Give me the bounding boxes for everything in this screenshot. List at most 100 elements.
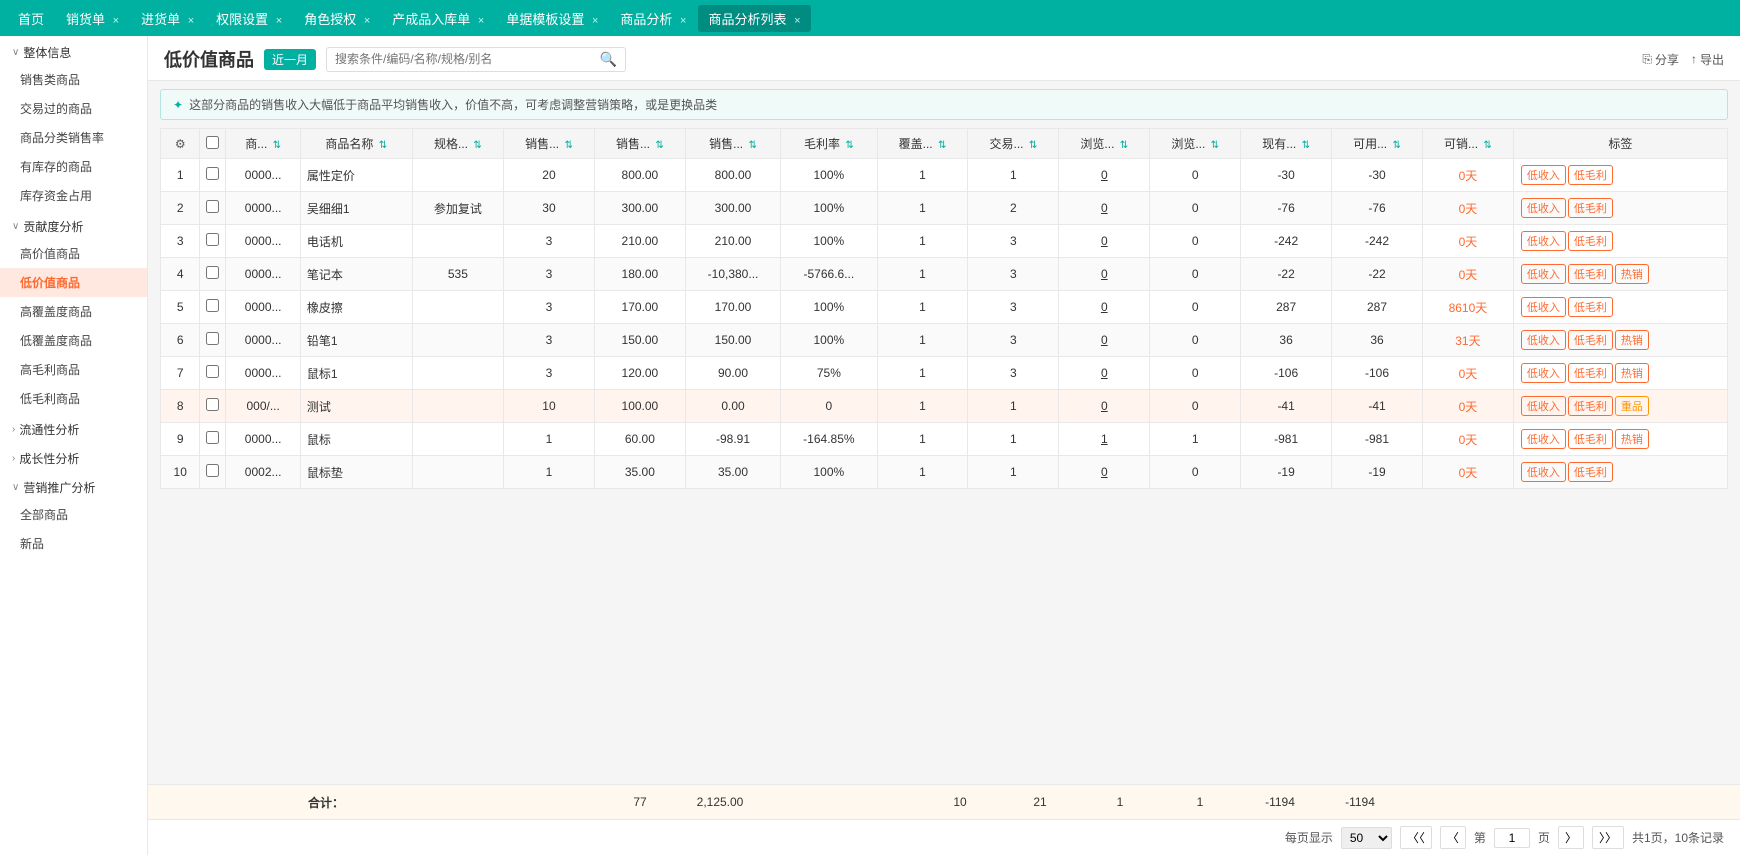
nav-roles-close[interactable]: × [364,15,370,27]
col-sale1[interactable]: 销售... ⇅ [594,129,685,159]
sort-name-icon: ⇅ [379,140,387,151]
row-checkbox[interactable] [206,167,219,180]
col-avail[interactable]: 可用... ⇅ [1332,129,1423,159]
nav-purchase-close[interactable]: × [188,15,194,27]
col-stock[interactable]: 现有... ⇅ [1241,129,1332,159]
gear-icon[interactable]: ⚙ [175,137,186,151]
sidebar-item-category-sales-rate[interactable]: 商品分类销售率 [0,123,147,152]
row-checkbox[interactable] [206,365,219,378]
col-qty[interactable]: 销售... ⇅ [504,129,595,159]
row-coverage: 1 [877,390,968,423]
sidebar-item-traded-goods[interactable]: 交易过的商品 [0,94,147,123]
row-browse1[interactable]: 1 [1059,423,1150,456]
row-browse1[interactable]: 0 [1059,390,1150,423]
browse-link[interactable]: 1 [1101,432,1108,446]
row-browse1[interactable]: 0 [1059,192,1150,225]
filter-tag-button[interactable]: 近一月 [264,49,316,70]
nav-sales-close[interactable]: × [113,15,119,27]
sidebar-item-high-coverage[interactable]: 高覆盖度商品 [0,297,147,326]
nav-goods-list[interactable]: 商品分析列表 × [698,5,810,32]
row-stock: -30 [1241,159,1332,192]
row-trade: 2 [968,192,1059,225]
col-spec[interactable]: 规格... ⇅ [412,129,503,159]
col-code[interactable]: 商... ⇅ [226,129,300,159]
row-browse1[interactable]: 0 [1059,357,1150,390]
nav-template[interactable]: 单据模板设置 × [496,5,608,32]
row-checkbox[interactable] [206,332,219,345]
row-checkbox[interactable] [206,464,219,477]
first-page-button[interactable]: 〈〈 [1400,826,1432,849]
col-browse1[interactable]: 浏览... ⇅ [1059,129,1150,159]
sidebar-item-low-value[interactable]: 低价值商品 [0,268,147,297]
row-browse1[interactable]: 0 [1059,456,1150,489]
prev-page-button[interactable]: 〈 [1440,826,1466,849]
col-sale2[interactable]: 销售... ⇅ [685,129,780,159]
page-number-input[interactable] [1494,828,1530,848]
browse-link[interactable]: 0 [1101,168,1108,182]
sidebar-item-sales-goods[interactable]: 销售类商品 [0,65,147,94]
nav-goods-analysis-close[interactable]: × [680,15,686,27]
nav-inventory[interactable]: 产成品入库单 × [382,5,494,32]
sort-sale2-icon: ⇅ [748,140,756,151]
sidebar-group-contribution[interactable]: ∨ 贡献度分析 [0,210,147,239]
sidebar-group-overall[interactable]: ∨ 整体信息 [0,36,147,65]
sidebar-item-high-value[interactable]: 高价值商品 [0,239,147,268]
row-checkbox[interactable] [206,233,219,246]
row-browse1[interactable]: 0 [1059,225,1150,258]
col-browse2[interactable]: 浏览... ⇅ [1150,129,1241,159]
row-checkbox[interactable] [206,431,219,444]
sidebar-item-high-profit[interactable]: 高毛利商品 [0,355,147,384]
select-all-checkbox[interactable] [206,136,219,149]
col-gross[interactable]: 毛利率 ⇅ [781,129,877,159]
next-page-button[interactable]: 〉 [1558,826,1584,849]
row-browse1[interactable]: 0 [1059,258,1150,291]
col-trade[interactable]: 交易... ⇅ [968,129,1059,159]
row-browse1[interactable]: 0 [1059,159,1150,192]
nav-goods-list-close[interactable]: × [794,15,800,27]
row-checkbox[interactable] [206,200,219,213]
nav-sales[interactable]: 销货单 × [56,5,129,32]
sidebar-item-stock-capital[interactable]: 库存资金占用 [0,181,147,210]
nav-roles[interactable]: 角色授权 × [294,5,380,32]
nav-template-close[interactable]: × [592,15,598,27]
sidebar-item-new-goods[interactable]: 新品 [0,529,147,558]
sidebar-group-growth[interactable]: › 成长性分析 [0,442,147,471]
browse-link[interactable]: 0 [1101,366,1108,380]
browse-link[interactable]: 0 [1101,234,1108,248]
sidebar-item-low-coverage[interactable]: 低覆盖度商品 [0,326,147,355]
sidebar-item-all-goods[interactable]: 全部商品 [0,500,147,529]
nav-home[interactable]: 首页 [8,5,54,32]
nav-inventory-close[interactable]: × [478,15,484,27]
col-name[interactable]: 商品名称 ⇅ [300,129,412,159]
row-checkbox[interactable] [206,266,219,279]
nav-purchase[interactable]: 进货单 × [131,5,204,32]
nav-goods-analysis[interactable]: 商品分析 × [610,5,696,32]
col-sale-days[interactable]: 可销... ⇅ [1422,129,1513,159]
browse-link[interactable]: 0 [1101,300,1108,314]
browse-link[interactable]: 0 [1101,399,1108,413]
row-checkbox[interactable] [206,398,219,411]
browse-link[interactable]: 0 [1101,201,1108,215]
export-button[interactable]: ↑ 导出 [1691,51,1724,68]
sidebar-item-low-profit[interactable]: 低毛利商品 [0,384,147,413]
page-size-select[interactable]: 50 100 [1341,827,1392,849]
sidebar-item-stock-goods[interactable]: 有库存的商品 [0,152,147,181]
search-icon[interactable]: 🔍 [600,51,617,68]
row-checkbox[interactable] [206,299,219,312]
share-button[interactable]: ⎘ 分享 [1642,51,1679,68]
nav-permissions-close[interactable]: × [276,15,282,27]
row-browse1[interactable]: 0 [1059,291,1150,324]
col-coverage[interactable]: 覆盖... ⇅ [877,129,968,159]
browse-link[interactable]: 0 [1101,465,1108,479]
browse-link[interactable]: 0 [1101,333,1108,347]
sidebar-group-marketing[interactable]: ∨ 营销推广分析 [0,471,147,500]
sidebar-group-circulation[interactable]: › 流通性分析 [0,413,147,442]
browse-link[interactable]: 0 [1101,267,1108,281]
row-browse1[interactable]: 0 [1059,324,1150,357]
nav-permissions[interactable]: 权限设置 × [206,5,292,32]
col-gear[interactable]: ⚙ [161,129,200,159]
tag-badge: 热销 [1615,363,1649,383]
tag-badge: 低毛利 [1568,396,1613,416]
last-page-button[interactable]: 〉〉 [1592,826,1624,849]
search-input[interactable] [335,52,596,66]
